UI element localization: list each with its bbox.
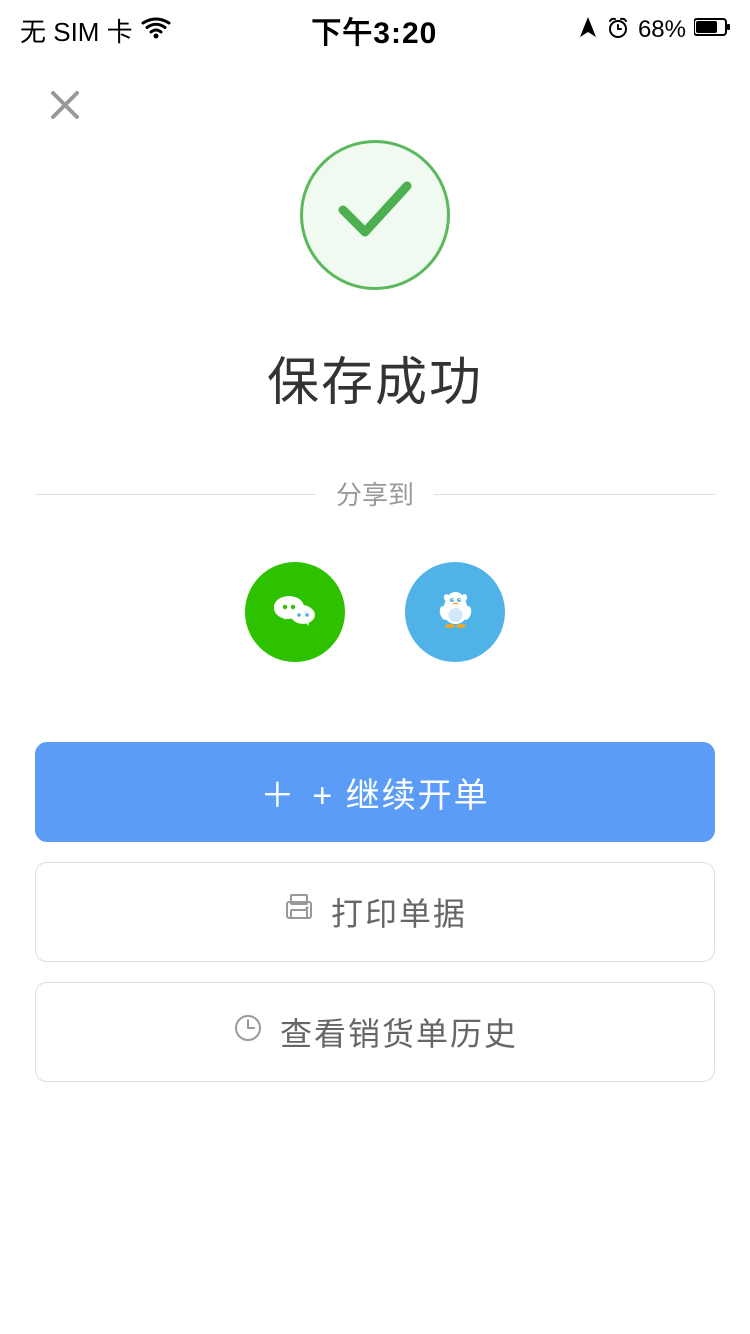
success-title: 保存成功 (267, 340, 483, 415)
printer-icon (283, 892, 315, 932)
status-time: 下午3:20 (311, 8, 437, 52)
wechat-share-button[interactable] (245, 562, 345, 662)
status-bar: 无 SIM 卡 下午3:20 68 (0, 0, 750, 60)
share-divider: 分享到 (35, 475, 715, 512)
share-label: 分享到 (316, 475, 434, 512)
plus-icon: ＋ (260, 768, 296, 817)
history-label: 查看销货单历史 (280, 1009, 518, 1055)
checkmark-icon (335, 174, 415, 257)
status-left: 无 SIM 卡 (20, 12, 171, 49)
status-right: 68% (578, 15, 730, 46)
history-button[interactable]: 查看销货单历史 (35, 982, 715, 1082)
continue-order-button[interactable]: ＋ + 继续开单 (35, 742, 715, 842)
clock-icon (232, 1012, 264, 1052)
print-button[interactable]: 打印单据 (35, 862, 715, 962)
print-label: 打印单据 (331, 889, 467, 935)
action-buttons: ＋ + 继续开单 打印单据 查看销货单 (35, 742, 715, 1082)
no-sim-label: 无 SIM 卡 (20, 12, 133, 49)
alarm-icon (606, 15, 630, 46)
success-circle (300, 140, 450, 290)
battery-percentage: 68% (638, 16, 686, 44)
wifi-icon (141, 15, 171, 46)
qq-share-button[interactable] (405, 562, 505, 662)
continue-order-label: + 继续开单 (312, 768, 489, 817)
location-icon (578, 15, 598, 46)
share-icons (245, 562, 505, 662)
close-button[interactable] (40, 80, 90, 130)
battery-icon (694, 16, 730, 44)
main-content: 保存成功 分享到 (0, 60, 750, 1082)
